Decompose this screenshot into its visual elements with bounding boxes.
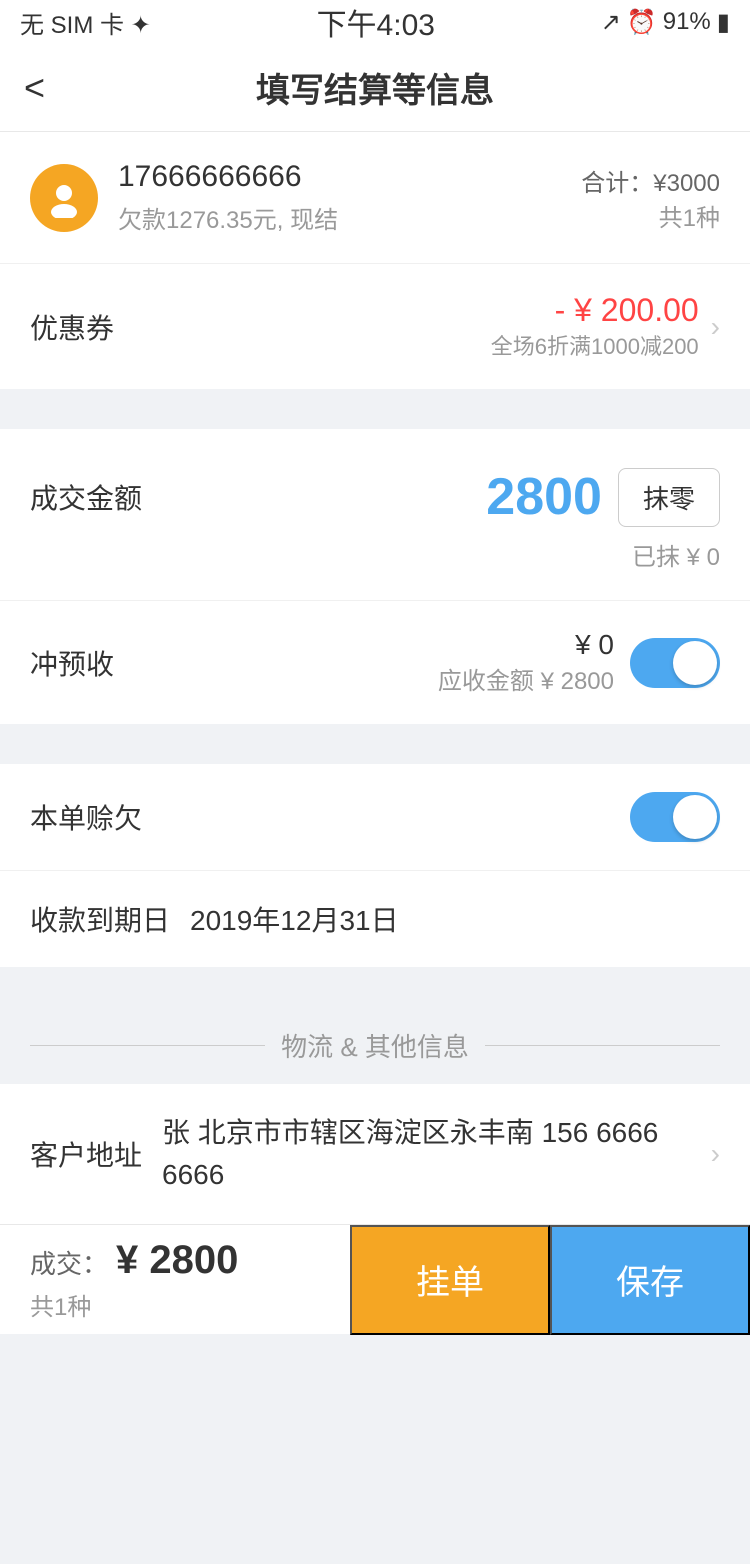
separator-3 [0,987,750,1007]
customer-row: 17666666666 欠款1276.35元, 现结 合计：¥3000 共1种 [0,132,750,263]
customer-section: 17666666666 欠款1276.35元, 现结 合计：¥3000 共1种 … [0,132,750,389]
prepay-toggle[interactable] [630,638,720,688]
deal-amount-row: 成交金额 2800 抹零 已抹 ¥ 0 [0,429,750,600]
footer-count: 共1种 [30,1287,320,1322]
address-chevron-icon: › [711,1138,720,1170]
customer-left: 17666666666 欠款1276.35元, 现结 [30,160,338,235]
content-area: 17666666666 欠款1276.35元, 现结 合计：¥3000 共1种 … [0,132,750,1564]
status-bar: 无 SIM 卡 ✦ 下午4:03 ↗ ⏰ 91% ▮ [0,0,750,44]
deal-amount: 2800 [486,467,602,527]
total-label: 合计：¥3000 [581,163,720,198]
footer-amount: ¥ 2800 [116,1238,238,1283]
nav-bar: < 填写结算等信息 [0,44,750,132]
address-label: 客户地址 [30,1134,142,1174]
prepay-values: ¥ 0 应收金额 ¥ 2800 [438,629,614,696]
chevron-right-icon: › [711,311,720,343]
customer-phone: 17666666666 [118,160,338,194]
logistics-text: 物流 & 其他信息 [281,1027,469,1064]
deal-label: 成交金额 [30,477,142,517]
prepay-section: 冲预收 ¥ 0 应收金额 ¥ 2800 [0,600,750,724]
prepay-right: ¥ 0 应收金额 ¥ 2800 [438,629,720,696]
battery-text: 91% [663,8,711,36]
prepay-amount: ¥ 0 [438,629,614,661]
avatar [30,164,98,232]
prepay-sub: 应收金额 ¥ 2800 [438,661,614,696]
credit-section: 本单赊欠 收款到期日 2019年12月31日 [0,764,750,967]
credit-row: 本单赊欠 [0,764,750,870]
battery-icon: ▮ [717,8,730,37]
address-row[interactable]: 客户地址 张 北京市市辖区海淀区永丰南 156 6666 6666 › [0,1084,750,1224]
alarm-icon: ⏰ [627,8,657,37]
address-value: 张 北京市市辖区海淀区永丰南 156 6666 6666 [162,1112,711,1196]
coupon-row[interactable]: 优惠券 - ¥ 200.00 全场6折满1000减200 › [0,263,750,389]
separator-2 [0,744,750,764]
prepay-label: 冲预收 [30,643,114,683]
coupon-label: 优惠券 [30,307,114,347]
divider-line-left [30,1045,265,1046]
status-time: 下午4:03 [317,0,435,44]
footer: 成交： ¥ 2800 共1种 挂单 保存 [0,1224,750,1334]
duedate-label: 收款到期日 [30,899,170,939]
back-button[interactable]: < [24,67,45,109]
coupon-right: - ¥ 200.00 全场6折满1000减200 › [491,292,720,361]
total-count: 共1种 [581,198,720,233]
footer-deal-label: 成交： [30,1244,108,1281]
customer-right: 合计：¥3000 共1种 [581,163,720,233]
credit-label: 本单赊欠 [30,797,142,837]
pending-button[interactable]: 挂单 [350,1225,550,1335]
location-icon: ↗ [601,8,621,37]
coupon-value: - ¥ 200.00 [491,292,699,329]
toggle-knob [673,641,717,685]
page-title: 填写结算等信息 [256,63,494,112]
divider-line-right [485,1045,720,1046]
duedate-value: 2019年12月31日 [190,899,399,939]
coupon-desc: 全场6折满1000减200 [491,329,699,361]
deal-main-row: 成交金额 2800 抹零 [30,457,720,537]
credit-toggle[interactable] [630,792,720,842]
separator-1 [0,409,750,429]
footer-left: 成交： ¥ 2800 共1种 [0,1238,350,1322]
duedate-section: 收款到期日 2019年12月31日 [0,870,750,967]
customer-debt: 欠款1276.35元, 现结 [118,200,338,235]
logistics-divider: 物流 & 其他信息 [0,1007,750,1084]
status-right: ↗ ⏰ 91% ▮ [601,8,730,37]
customer-info: 17666666666 欠款1276.35元, 现结 [118,160,338,235]
deal-section: 成交金额 2800 抹零 已抹 ¥ 0 冲预收 ¥ 0 应收金额 ¥ 2800 [0,429,750,724]
total-amount: ¥3000 [653,170,720,197]
address-section: 客户地址 张 北京市市辖区海淀区永丰南 156 6666 6666 › [0,1084,750,1224]
no-sim-text: 无 SIM 卡 ✦ [20,5,151,40]
prepay-row: 冲预收 ¥ 0 应收金额 ¥ 2800 [30,629,720,696]
deal-sub: 已抹 ¥ 0 [632,544,720,571]
duedate-row: 收款到期日 2019年12月31日 [30,899,720,939]
status-left: 无 SIM 卡 ✦ [20,5,151,40]
save-button[interactable]: 保存 [550,1225,750,1335]
round-button[interactable]: 抹零 [618,468,720,527]
credit-toggle-knob [673,795,717,839]
deal-right: 2800 抹零 [486,467,720,527]
